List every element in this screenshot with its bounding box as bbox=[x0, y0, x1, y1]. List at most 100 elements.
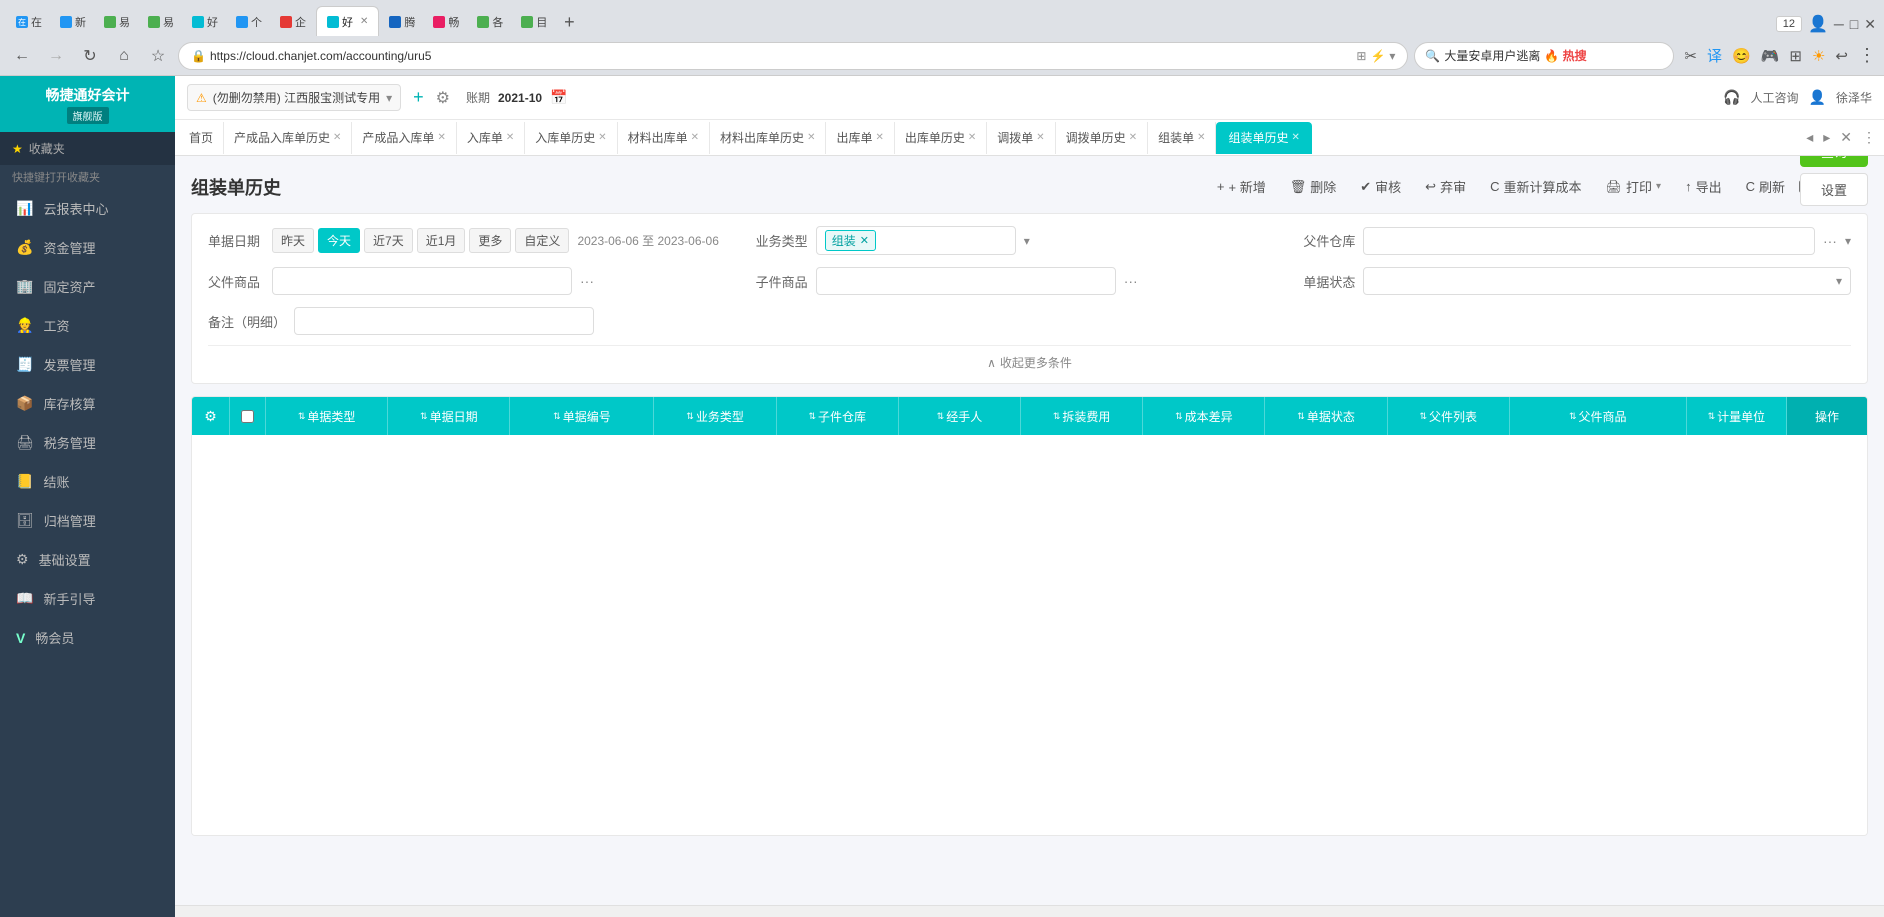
horizontal-scrollbar[interactable] bbox=[175, 905, 1884, 917]
sidebar-item-guide[interactable]: 📖 新手引导 bbox=[0, 579, 175, 618]
page-tab-11[interactable]: 组装单 ✕ bbox=[1148, 122, 1216, 154]
tab10-close[interactable]: ✕ bbox=[1129, 132, 1137, 143]
browser-tab-6[interactable]: 企 bbox=[272, 8, 314, 36]
parent-goods-more[interactable]: ··· bbox=[580, 273, 594, 289]
page-tab-6[interactable]: 材料出库单历史 ✕ bbox=[710, 122, 826, 154]
tab8-close[interactable]: ✕ bbox=[968, 132, 976, 143]
sidebar-item-settings[interactable]: ⚙ 基础设置 bbox=[0, 540, 175, 579]
parent-warehouse-more[interactable]: ··· bbox=[1823, 233, 1837, 249]
sidebar-item-reports[interactable]: 📊 云报表中心 bbox=[0, 189, 175, 228]
th-cost-diff[interactable]: ⇅ 成本差异 bbox=[1143, 397, 1265, 435]
abandon-btn[interactable]: ↩ 弃审 bbox=[1415, 172, 1476, 201]
query-btn[interactable]: 查询 bbox=[1800, 156, 1868, 167]
review-btn[interactable]: ✔ 审核 bbox=[1350, 172, 1411, 201]
th-doc-type[interactable]: ⇅ 单据类型 bbox=[266, 397, 388, 435]
th-assembly-cost[interactable]: ⇅ 拆装费用 bbox=[1021, 397, 1143, 435]
tab1-close[interactable]: ✕ bbox=[333, 132, 341, 143]
date-btn-7days[interactable]: 近7天 bbox=[364, 228, 413, 253]
page-tab-1[interactable]: 产成品入库单历史 ✕ bbox=[224, 122, 352, 154]
sun-icon[interactable]: ☀ bbox=[1812, 47, 1825, 65]
sidebar-item-archive[interactable]: 🗄 归档管理 bbox=[0, 501, 175, 540]
sidebar-item-funds[interactable]: 💰 资金管理 bbox=[0, 228, 175, 267]
page-tab-4[interactable]: 入库单历史 ✕ bbox=[525, 122, 617, 154]
qr-icon[interactable]: ⊞ bbox=[1356, 49, 1366, 63]
sidebar-item-closing[interactable]: 📒 结账 bbox=[0, 462, 175, 501]
tab6-close[interactable]: ✕ bbox=[807, 132, 815, 143]
minimize-btn[interactable]: ─ bbox=[1834, 16, 1844, 32]
collapse-bar[interactable]: ∧ 收起更多条件 bbox=[208, 345, 1851, 371]
print-btn[interactable]: 🖨 打印 ▾ bbox=[1596, 172, 1672, 201]
th-parent-list[interactable]: ⇅ 父件列表 bbox=[1388, 397, 1510, 435]
delete-btn[interactable]: 🗑 删除 bbox=[1280, 172, 1347, 201]
sidebar-item-inventory[interactable]: 📦 库存核算 bbox=[0, 384, 175, 423]
page-tab-7[interactable]: 出库单 ✕ bbox=[826, 122, 894, 154]
date-btn-1month[interactable]: 近1月 bbox=[417, 228, 466, 253]
sidebar-item-vip[interactable]: V 畅会员 bbox=[0, 618, 175, 657]
biz-type-dropdown[interactable]: ▾ bbox=[1024, 234, 1030, 248]
print-dropdown[interactable]: ▾ bbox=[1656, 181, 1661, 192]
th-checkbox[interactable] bbox=[230, 397, 266, 435]
address-box[interactable]: 🔒 https://cloud.chanjet.com/accounting/u… bbox=[178, 42, 1408, 70]
settings-gear-icon[interactable]: ⚙ bbox=[436, 88, 450, 108]
th-unit[interactable]: ⇅ 计量单位 bbox=[1687, 397, 1787, 435]
parent-warehouse-input[interactable] bbox=[1363, 227, 1815, 255]
profile-icon[interactable]: 👤 bbox=[1808, 14, 1828, 34]
refresh-btn[interactable]: C 刷新 bbox=[1736, 172, 1795, 201]
tab3-close[interactable]: ✕ bbox=[506, 132, 514, 143]
page-tab-9[interactable]: 调拨单 ✕ bbox=[987, 122, 1055, 154]
sidebar-item-tax[interactable]: 🖨 税务管理 bbox=[0, 423, 175, 462]
recalculate-btn[interactable]: C 重新计算成本 bbox=[1480, 172, 1591, 201]
home-btn[interactable]: ⌂ bbox=[110, 42, 138, 70]
biz-type-tag-close[interactable]: ✕ bbox=[860, 234, 869, 247]
th-doc-num[interactable]: ⇅ 单据编号 bbox=[510, 397, 654, 435]
browser-tab-2[interactable]: 易 bbox=[96, 8, 138, 36]
th-doc-date[interactable]: ⇅ 单据日期 bbox=[388, 397, 510, 435]
export-btn[interactable]: ↑ 导出 bbox=[1675, 172, 1732, 201]
tab-scroll-left[interactable]: ◂ bbox=[1802, 129, 1817, 146]
date-btn-yesterday[interactable]: 昨天 bbox=[272, 228, 314, 253]
bookmark-btn[interactable]: ☆ bbox=[144, 42, 172, 70]
browser-tab-3[interactable]: 易 bbox=[140, 8, 182, 36]
browser-tab-active[interactable]: 好 ✕ bbox=[316, 6, 379, 36]
sidebar-item-salary[interactable]: 👷 工资 bbox=[0, 306, 175, 345]
tab-close-all[interactable]: ✕ bbox=[1836, 129, 1856, 146]
tab-active-close[interactable]: ✕ bbox=[1292, 132, 1300, 143]
consult-label[interactable]: 人工咨询 bbox=[1751, 89, 1799, 106]
maximize-btn[interactable]: □ bbox=[1850, 16, 1858, 32]
page-tab-2[interactable]: 产成品入库单 ✕ bbox=[352, 122, 456, 154]
child-goods-more[interactable]: ··· bbox=[1124, 273, 1138, 289]
page-tab-10[interactable]: 调拨单历史 ✕ bbox=[1056, 122, 1148, 154]
browser-tab-4[interactable]: 好 bbox=[184, 8, 226, 36]
emoji-icon[interactable]: 😊 bbox=[1732, 47, 1751, 65]
tab4-close[interactable]: ✕ bbox=[598, 132, 606, 143]
translate-icon[interactable]: 译 bbox=[1707, 45, 1722, 66]
th-child-warehouse[interactable]: ⇅ 子件仓库 bbox=[777, 397, 899, 435]
new-tab-button[interactable]: + bbox=[557, 10, 581, 34]
date-btn-custom[interactable]: 自定义 bbox=[515, 228, 569, 253]
page-tab-active[interactable]: 组装单历史 ✕ bbox=[1216, 122, 1311, 154]
back-btn[interactable]: ← bbox=[8, 42, 36, 70]
tab5-close[interactable]: ✕ bbox=[691, 132, 699, 143]
tab2-close[interactable]: ✕ bbox=[437, 132, 445, 143]
browser-tab-8[interactable]: 腾 bbox=[381, 8, 423, 36]
tab9-close[interactable]: ✕ bbox=[1036, 132, 1044, 143]
tab-scroll-right[interactable]: ▸ bbox=[1819, 129, 1834, 146]
th-handler[interactable]: ⇅ 经手人 bbox=[899, 397, 1021, 435]
browser-tab-10[interactable]: 各 bbox=[469, 8, 511, 36]
sidebar-item-assets[interactable]: 🏢 固定资产 bbox=[0, 267, 175, 306]
browser-tab-0[interactable]: 在 在 bbox=[8, 8, 50, 36]
parent-warehouse-dropdown[interactable]: ▾ bbox=[1845, 234, 1851, 248]
forward-btn[interactable]: → bbox=[42, 42, 70, 70]
calendar-icon[interactable]: 📅 bbox=[550, 89, 567, 106]
date-btn-more[interactable]: 更多 bbox=[469, 228, 511, 253]
browser-tab-5[interactable]: 个 bbox=[228, 8, 270, 36]
company-selector[interactable]: ⚠ (勿删勿禁用) 江西服宝测试专用 ▾ bbox=[187, 84, 401, 111]
filter-settings-btn[interactable]: 设置 bbox=[1800, 173, 1868, 206]
game-icon[interactable]: 🎮 bbox=[1761, 47, 1780, 65]
tab-more[interactable]: ⋮ bbox=[1858, 129, 1880, 146]
date-btn-today[interactable]: 今天 bbox=[318, 228, 360, 253]
th-parent-goods[interactable]: ⇅ 父件商品 bbox=[1510, 397, 1687, 435]
parent-goods-input[interactable] bbox=[272, 267, 572, 295]
add-company-btn[interactable]: + bbox=[409, 87, 428, 108]
doc-status-select[interactable]: ▾ bbox=[1363, 267, 1851, 295]
